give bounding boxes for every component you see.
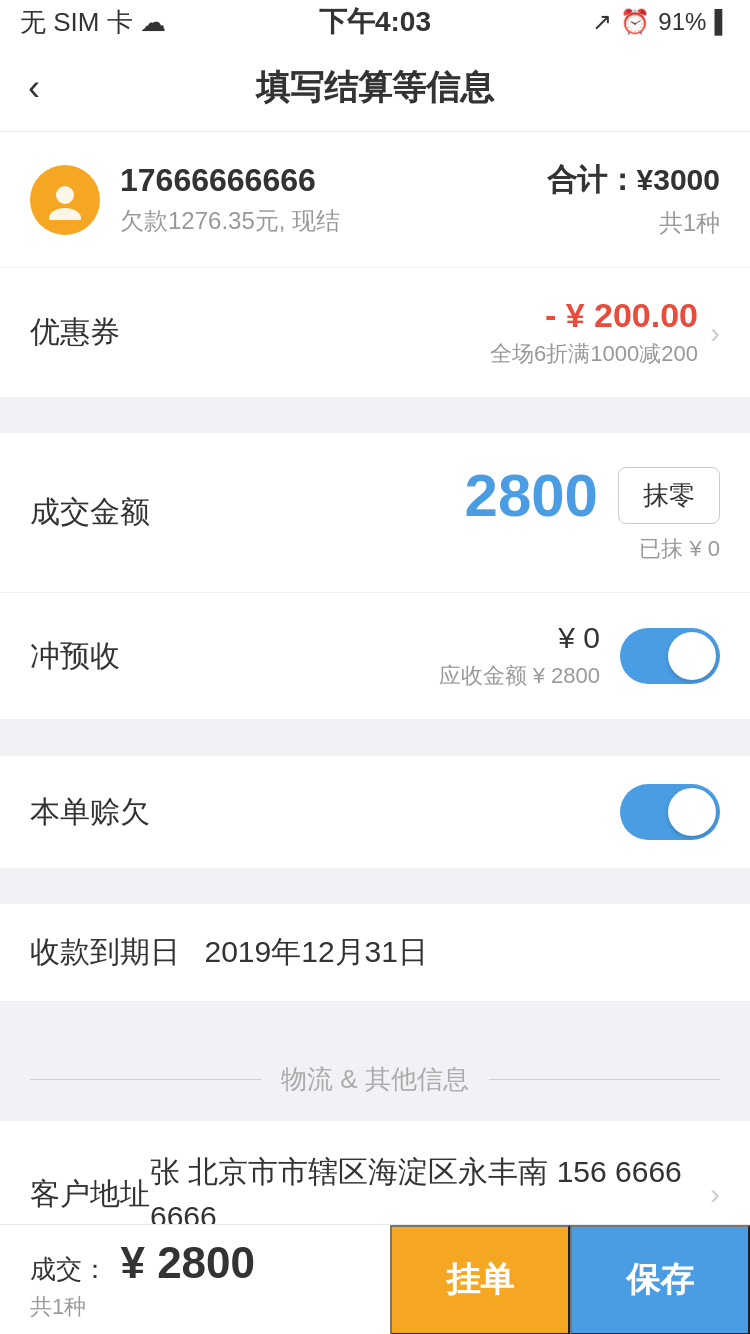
prepay-row: 冲预收 ¥ 0 应收金额 ¥ 2800 <box>0 593 750 720</box>
logistics-line-right <box>489 1079 720 1080</box>
logistics-divider: 物流 & 其他信息 <box>0 1038 750 1121</box>
prepay-toggle[interactable] <box>620 628 720 684</box>
status-left: 无 SIM 卡 ☁ <box>20 5 166 40</box>
divider-2 <box>0 738 750 756</box>
prepay-right: ¥ 0 应收金额 ¥ 2800 <box>439 621 600 691</box>
status-time: 下午4:03 <box>319 3 431 41</box>
save-button[interactable]: 保存 <box>570 1225 750 1335</box>
debt-section: 本单赊欠 <box>0 756 750 868</box>
bottom-bar: 成交： ¥ 2800 共1种 挂单 保存 <box>0 1224 750 1334</box>
customer-total: 合计：¥3000 共1种 <box>547 160 720 239</box>
coupon-chevron-icon: › <box>710 316 720 350</box>
customer-section: 17666666666 欠款1276.35元, 现结 合计：¥3000 共1种 … <box>0 132 750 397</box>
due-date-label: 收款到期日 <box>30 935 180 968</box>
customer-debt: 欠款1276.35元, 现结 <box>120 205 547 237</box>
total-count: 共1种 <box>547 207 720 239</box>
bottom-deal-amount: ¥ 2800 <box>120 1238 255 1287</box>
prepay-amount: ¥ 0 <box>558 621 600 655</box>
address-chevron-icon: › <box>710 1177 720 1211</box>
hang-button[interactable]: 挂单 <box>390 1225 570 1335</box>
coupon-amount: - ¥ 200.00 <box>545 296 698 335</box>
due-date-row: 收款到期日 2019年12月31日 <box>0 904 750 1002</box>
deal-amount-value: 2800 <box>465 461 598 530</box>
logistics-text: 物流 & 其他信息 <box>281 1062 469 1097</box>
debt-toggle[interactable] <box>620 784 720 840</box>
deal-amount-row: 成交金额 2800 抹零 已抹 ¥ 0 <box>0 433 750 593</box>
divider-4 <box>0 1020 750 1038</box>
divider-1 <box>0 415 750 433</box>
divider-3 <box>0 886 750 904</box>
prepay-label: 冲预收 <box>30 636 439 677</box>
sim-text: 无 SIM 卡 ☁ <box>20 5 166 40</box>
coupon-right: - ¥ 200.00 全场6折满1000减200 <box>490 296 698 369</box>
coupon-row[interactable]: 优惠券 - ¥ 200.00 全场6折满1000减200 › <box>0 267 750 397</box>
status-bar: 无 SIM 卡 ☁ 下午4:03 ↗ ⏰ 91% ▌ <box>0 0 750 44</box>
deal-section: 成交金额 2800 抹零 已抹 ¥ 0 冲预收 ¥ 0 应收金额 ¥ 2800 <box>0 433 750 720</box>
bottom-summary: 成交： ¥ 2800 共1种 <box>0 1238 390 1322</box>
customer-phone: 17666666666 <box>120 162 547 199</box>
coupon-label: 优惠券 <box>30 312 490 353</box>
address-label: 客户地址 <box>30 1174 150 1215</box>
coupon-desc: 全场6折满1000减200 <box>490 339 698 369</box>
status-right: ↗ ⏰ 91% ▌ <box>592 8 730 36</box>
alarm-icon: ⏰ <box>620 8 650 36</box>
debt-row: 本单赊欠 <box>0 756 750 868</box>
deal-right: 2800 抹零 已抹 ¥ 0 <box>465 461 720 564</box>
location-icon: ↗ <box>592 8 612 36</box>
rounded-sub: 已抹 ¥ 0 <box>639 534 720 564</box>
customer-info: 17666666666 欠款1276.35元, 现结 <box>120 162 547 237</box>
debt-label: 本单赊欠 <box>30 792 600 833</box>
battery-text: 91% <box>658 8 706 36</box>
due-date-section: 收款到期日 2019年12月31日 <box>0 904 750 1002</box>
due-date-value: 2019年12月31日 <box>204 935 427 968</box>
deal-amount-label: 成交金额 <box>30 492 465 533</box>
logistics-line-left <box>30 1079 261 1080</box>
page-title: 填写结算等信息 <box>256 65 494 111</box>
back-button[interactable]: ‹ <box>28 67 40 109</box>
avatar <box>30 165 100 235</box>
bottom-count: 共1种 <box>30 1292 360 1322</box>
svg-point-0 <box>56 186 74 204</box>
round-zero-button[interactable]: 抹零 <box>618 467 720 524</box>
total-amount: 合计：¥3000 <box>547 160 720 201</box>
bottom-deal-row: 成交： ¥ 2800 <box>30 1238 360 1288</box>
battery-icon: ▌ <box>714 9 730 35</box>
customer-row: 17666666666 欠款1276.35元, 现结 合计：¥3000 共1种 <box>0 132 750 267</box>
nav-bar: ‹ 填写结算等信息 <box>0 44 750 132</box>
svg-point-1 <box>49 208 81 220</box>
deal-amount-controls: 2800 抹零 <box>465 461 720 530</box>
bottom-deal-label: 成交： <box>30 1254 108 1284</box>
debt-toggle-knob <box>668 788 716 836</box>
toggle-knob <box>668 632 716 680</box>
prepay-receivable: 应收金额 ¥ 2800 <box>439 661 600 691</box>
